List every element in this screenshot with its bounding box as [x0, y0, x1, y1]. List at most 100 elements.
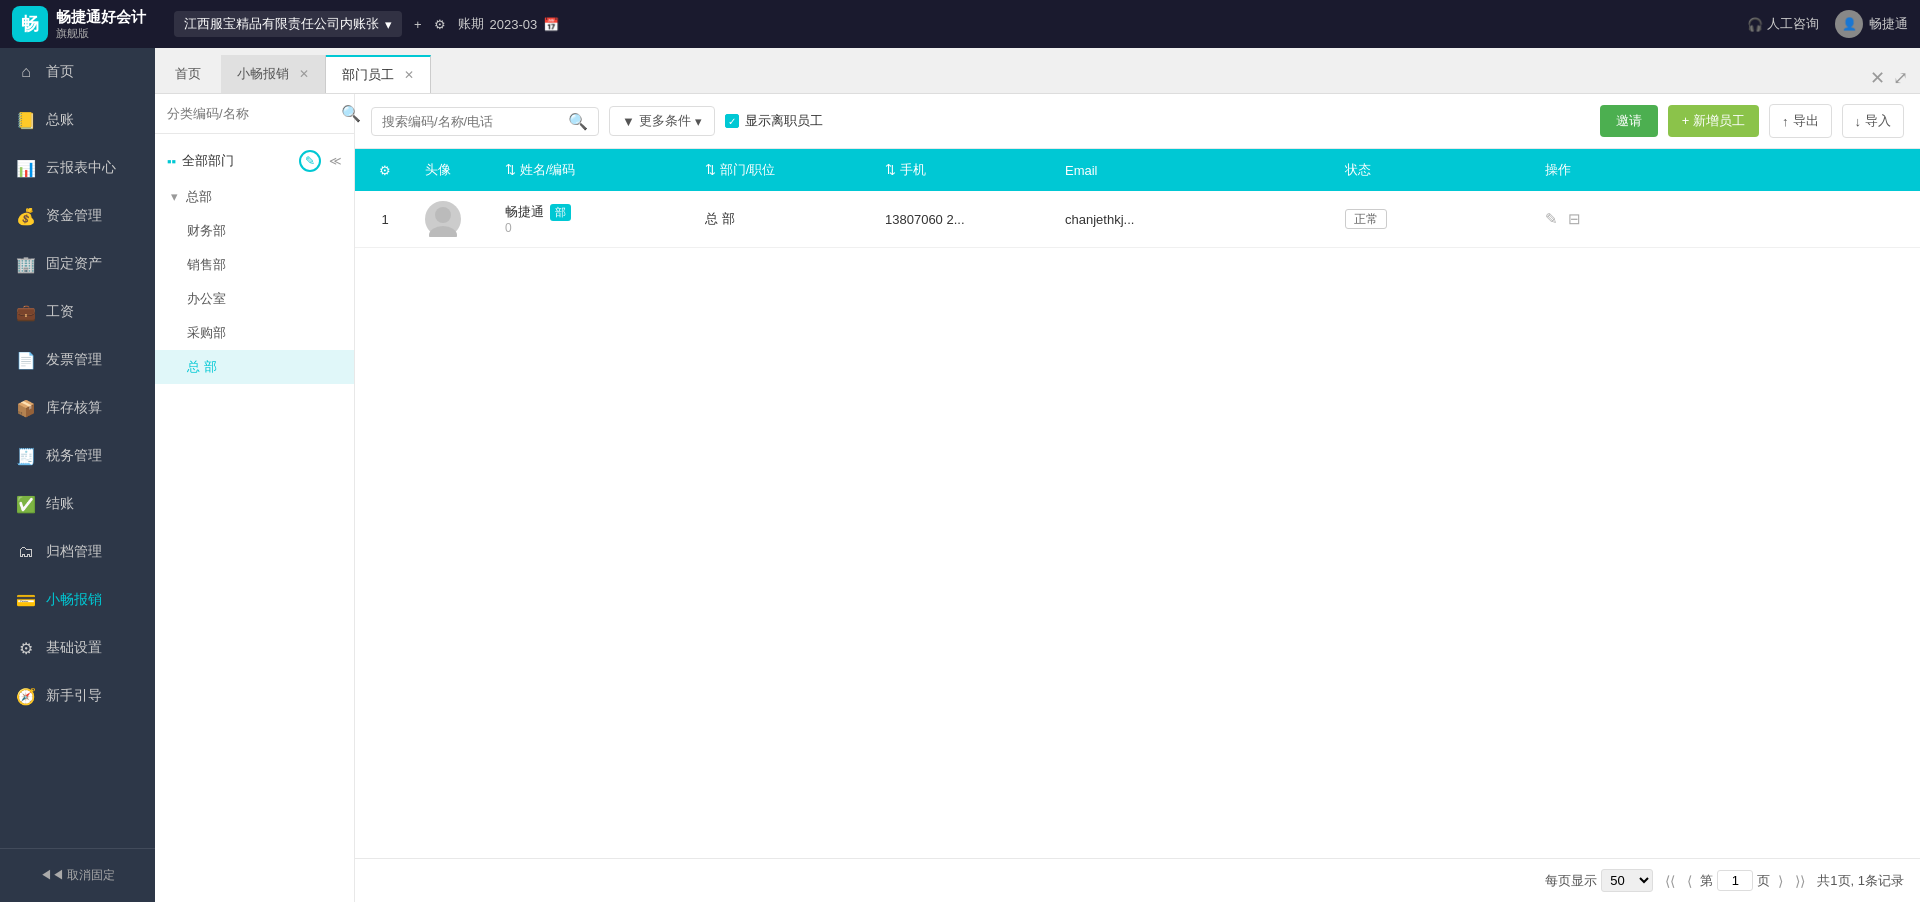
col-actions: 操作 [1535, 149, 1920, 191]
tab-home[interactable]: 首页 [155, 55, 221, 93]
import-button[interactable]: ↓ 导入 [1842, 104, 1905, 138]
dept-sales[interactable]: 销售部 [155, 248, 354, 282]
dept-finance[interactable]: 财务部 [155, 214, 354, 248]
cancel-fixed-button[interactable]: ◀◀ 取消固定 [0, 859, 155, 892]
left-panel: 🔍 ▪▪ 全部部门 ✎ ≪ ▾ 总部 财务部 [155, 94, 355, 902]
sidebar-item-reports[interactable]: 📊 云报表中心 [0, 144, 155, 192]
export-button[interactable]: ↑ 导出 [1769, 104, 1832, 138]
guide-icon: 🧭 [16, 686, 36, 706]
sidebar-label-archive: 归档管理 [46, 543, 102, 561]
dept-general[interactable]: 总 部 [155, 350, 354, 384]
dept-hq[interactable]: ▾ 总部 [155, 180, 354, 214]
sidebar-item-inventory[interactable]: 📦 库存核算 [0, 384, 155, 432]
settings-nav-icon: ⚙ [16, 638, 36, 658]
cancel-fixed-label: ◀◀ 取消固定 [40, 867, 115, 884]
sidebar-item-capital[interactable]: 💰 资金管理 [0, 192, 155, 240]
tab-dept-staff-label: 部门员工 [342, 66, 394, 84]
logout-icon[interactable]: ⊟ [1568, 210, 1581, 228]
employee-search-box: 🔍 [371, 107, 599, 136]
tab-dept-staff-close[interactable]: ✕ [404, 68, 414, 82]
grid-icon: ▪▪ [167, 154, 176, 169]
sidebar-item-salary[interactable]: 💼 工资 [0, 288, 155, 336]
ledger-icon: 📒 [16, 110, 36, 130]
import-icon: ↓ [1855, 114, 1862, 129]
page-number-input[interactable] [1717, 870, 1753, 891]
sidebar-item-settings[interactable]: ⚙ 基础设置 [0, 624, 155, 672]
sidebar-item-ledger[interactable]: 📒 总账 [0, 96, 155, 144]
col-avatar: 头像 [415, 149, 495, 191]
row-email: chanjethkj... [1055, 191, 1335, 248]
employee-name: 畅捷通 [505, 203, 544, 221]
add-employee-button[interactable]: + 新增员工 [1668, 105, 1759, 137]
table-header-row: ⚙ 头像 ⇅ 姓名/编码 ⇅ [355, 149, 1920, 191]
user-area[interactable]: 👤 畅捷通 [1835, 10, 1908, 38]
home-icon: ⌂ [16, 62, 36, 82]
sidebar-item-home[interactable]: ⌂ 首页 [0, 48, 155, 96]
employee-code: 0 [505, 221, 685, 235]
sidebar-item-checkout[interactable]: ✅ 结账 [0, 480, 155, 528]
sidebar-label-inventory: 库存核算 [46, 399, 102, 417]
prev-page-button[interactable]: ⟨ [1683, 871, 1696, 891]
tab-expense-close[interactable]: ✕ [299, 67, 309, 81]
add-tab-button[interactable]: + [414, 17, 422, 32]
company-selector[interactable]: 江西服宝精品有限责任公司内账张 ▾ [174, 11, 402, 37]
export-label: 导出 [1793, 112, 1819, 130]
show-resigned-label: 显示离职员工 [745, 112, 823, 130]
user-avatar: 👤 [1835, 10, 1863, 38]
per-page-select[interactable]: 50 100 200 [1601, 869, 1653, 892]
tab-expense[interactable]: 小畅报销 ✕ [221, 55, 326, 93]
next-page-button[interactable]: ⟩ [1774, 871, 1787, 891]
col-email: Email [1055, 149, 1335, 191]
sidebar-label-settings: 基础设置 [46, 639, 102, 657]
sidebar-item-guide[interactable]: 🧭 新手引导 [0, 672, 155, 720]
dept-hq-group: ▾ 总部 财务部 销售部 办公室 采购部 总 部 [155, 180, 354, 384]
collapse-icon[interactable]: ≪ [329, 154, 342, 168]
col-settings[interactable]: ⚙ [355, 149, 415, 191]
top-header: 畅 畅捷通好会计 旗舰版 江西服宝精品有限责任公司内账张 ▾ + ⚙ 账期 20… [0, 0, 1920, 48]
row-index: 1 [355, 191, 415, 248]
settings-button[interactable]: ⚙ [434, 17, 446, 32]
plus-icon: + [414, 17, 422, 32]
sidebar: ⌂ 首页 📒 总账 📊 云报表中心 💰 资金管理 🏢 固定资产 💼 工资 📄 发… [0, 48, 155, 902]
import-label: 导入 [1865, 112, 1891, 130]
tab-dept-staff[interactable]: 部门员工 ✕ [326, 55, 431, 93]
row-status: 正常 [1335, 191, 1535, 248]
col-dept[interactable]: ⇅ 部门/职位 [695, 149, 875, 191]
all-dept-label: 全部部门 [182, 152, 234, 170]
sidebar-item-tax[interactable]: 🧾 税务管理 [0, 432, 155, 480]
more-filter-button[interactable]: ▼ 更多条件 ▾ [609, 106, 715, 136]
period-label: 账期 [458, 15, 484, 33]
employee-search-input[interactable] [382, 114, 562, 129]
sidebar-item-invoice[interactable]: 📄 发票管理 [0, 336, 155, 384]
show-resigned-checkbox[interactable]: ✓ 显示离职员工 [725, 112, 823, 130]
sidebar-item-assets[interactable]: 🏢 固定资产 [0, 240, 155, 288]
tab-fullscreen-icon[interactable]: ⤢ [1893, 67, 1908, 89]
assets-icon: 🏢 [16, 254, 36, 274]
edit-icon[interactable]: ✎ [1545, 210, 1558, 228]
support-button[interactable]: 🎧 人工咨询 [1747, 15, 1819, 33]
last-page-button[interactable]: ⟩⟩ [1791, 871, 1809, 891]
first-page-button[interactable]: ⟨⟨ [1661, 871, 1679, 891]
calendar-icon[interactable]: 📅 [543, 17, 559, 32]
sidebar-item-archive[interactable]: 🗂 归档管理 [0, 528, 155, 576]
col-name[interactable]: ⇅ 姓名/编码 [495, 149, 695, 191]
toolbar: 🔍 ▼ 更多条件 ▾ ✓ 显示离职员工 邀请 [355, 94, 1920, 149]
invite-button[interactable]: 邀请 [1600, 105, 1658, 137]
main-layout: ⌂ 首页 📒 总账 📊 云报表中心 💰 资金管理 🏢 固定资产 💼 工资 📄 发… [0, 48, 1920, 902]
period-value: 2023-03 [490, 17, 538, 32]
dept-office[interactable]: 办公室 [155, 282, 354, 316]
toolbar-right: 邀请 + 新增员工 ↑ 导出 ↓ 导入 [1600, 104, 1904, 138]
tab-expense-label: 小畅报销 [237, 65, 289, 83]
tab-close-window-icon[interactable]: ✕ [1870, 67, 1885, 89]
col-phone[interactable]: ⇅ 手机 [875, 149, 1055, 191]
employee-search-icon[interactable]: 🔍 [568, 112, 588, 131]
row-phone: 13807060 2... [875, 191, 1055, 248]
tab-bar: 首页 小畅报销 ✕ 部门员工 ✕ ✕ ⤢ [155, 48, 1920, 94]
logo-icon: 畅 [12, 6, 48, 42]
dept-edit-button[interactable]: ✎ [299, 150, 321, 172]
dept-purchase[interactable]: 采购部 [155, 316, 354, 350]
dept-search-input[interactable] [167, 106, 335, 121]
all-dept-header[interactable]: ▪▪ 全部部门 ✎ ≪ [155, 142, 354, 180]
row-actions: ✎ ⊟ [1535, 191, 1920, 248]
sidebar-item-expense[interactable]: 💳 小畅报销 [0, 576, 155, 624]
